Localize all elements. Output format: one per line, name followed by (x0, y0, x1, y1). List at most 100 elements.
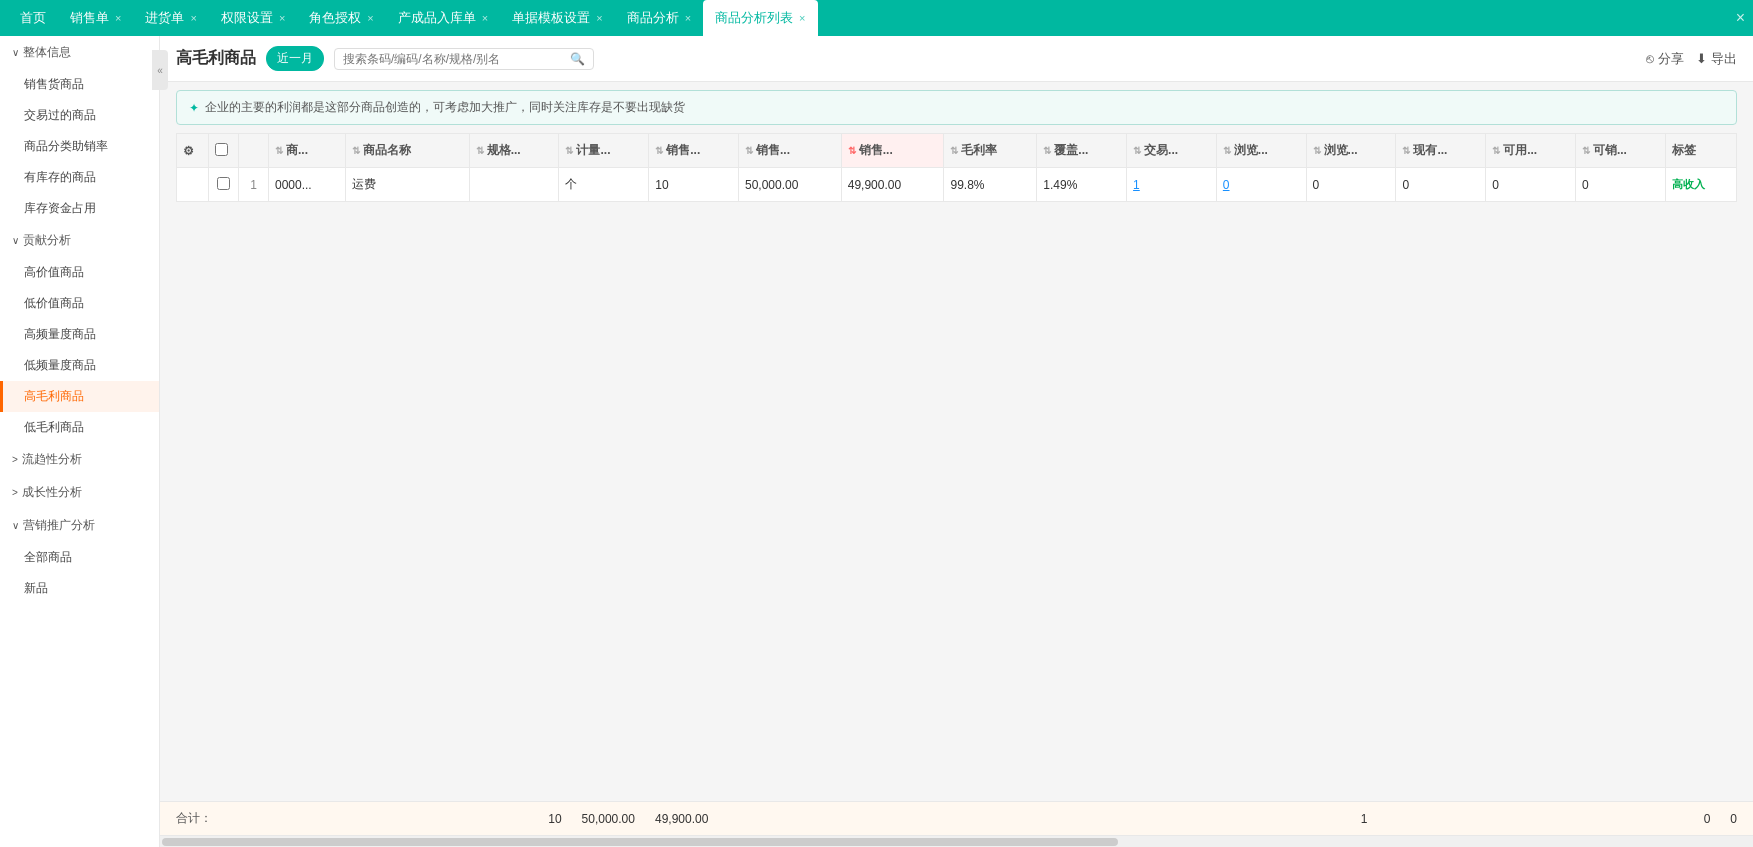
sidebar-item-low-margin-goods[interactable]: 低毛利商品 (0, 412, 159, 443)
row-tag: 高收入 (1665, 168, 1736, 202)
nav-close-product-analysis-list[interactable]: × (799, 12, 805, 24)
row-code: 0000... (269, 168, 346, 202)
nav-item-product-analysis[interactable]: 商品分析× (615, 0, 703, 36)
search-box: 🔍 (334, 48, 594, 70)
search-input[interactable] (343, 52, 570, 66)
col-unit[interactable]: ⇅计量... (559, 134, 649, 168)
nav-item-role-permission[interactable]: 角色授权× (297, 0, 385, 36)
horizontal-scrollbar[interactable] (160, 835, 1753, 847)
col-available-stock[interactable]: ⇅可用... (1486, 134, 1576, 168)
col-sales-cost[interactable]: ⇅销售... (841, 134, 944, 168)
col-trade-count[interactable]: ⇅交易... (1127, 134, 1217, 168)
col-name[interactable]: ⇅商品名称 (345, 134, 469, 168)
nav-item-permission-settings[interactable]: 权限设置× (209, 0, 297, 36)
nav-close-product-entry[interactable]: × (482, 12, 488, 24)
col-code[interactable]: ⇅商... (269, 134, 346, 168)
col-checkbox (209, 134, 239, 168)
row-sales-cost: 49,900.00 (841, 168, 944, 202)
col-settings[interactable]: ⚙ (177, 134, 209, 168)
summary-current-stock: 0 (1704, 812, 1711, 826)
col-coverage[interactable]: ⇅覆盖... (1037, 134, 1127, 168)
table-container[interactable]: ⚙ ⇅商... ⇅商品名称 ⇅规格... ⇅计量... ⇅销售... ⇅销售..… (160, 133, 1753, 801)
col-num (239, 134, 269, 168)
sidebar-item-all-goods[interactable]: 全部商品 (0, 542, 159, 573)
row-num: 1 (239, 168, 269, 202)
nav-close-purchase-order[interactable]: × (190, 12, 196, 24)
table-header-row: ⚙ ⇅商... ⇅商品名称 ⇅规格... ⇅计量... ⇅销售... ⇅销售..… (177, 134, 1737, 168)
nav-item-template-settings[interactable]: 单据模板设置× (500, 0, 614, 36)
row-checkbox[interactable] (209, 168, 239, 202)
summary-bar: 合计： 10 50,000.00 49,900.00 1 0 0 (160, 801, 1753, 835)
page-title: 高毛利商品 (176, 48, 256, 69)
sidebar-item-low-value-goods[interactable]: 低价值商品 (0, 288, 159, 319)
sidebar-group-marketing-analysis[interactable]: ∨营销推广分析 (0, 509, 159, 542)
share-button[interactable]: ⎋ 分享 (1646, 50, 1684, 68)
sidebar: ∨整体信息销售货商品交易过的商品商品分类助销率有库存的商品库存资金占用∨贡献分析… (0, 36, 160, 847)
row-browse2: 0 (1306, 168, 1396, 202)
select-all-checkbox[interactable] (215, 143, 228, 156)
sidebar-group-growth-analysis[interactable]: >成长性分析 (0, 476, 159, 509)
sidebar-item-traded-goods[interactable]: 交易过的商品 (0, 100, 159, 131)
sidebar-item-low-freq-goods[interactable]: 低频量度商品 (0, 350, 159, 381)
row-trade-count[interactable]: 1 (1127, 168, 1217, 202)
col-tag: 标签 (1665, 134, 1736, 168)
sidebar-item-inventory-fund[interactable]: 库存资金占用 (0, 193, 159, 224)
table-row: 10000...运费个1050,000.0049,900.0099.8%1.49… (177, 168, 1737, 202)
row-saleable-stock: 0 (1575, 168, 1665, 202)
sidebar-item-sales-goods[interactable]: 销售货商品 (0, 69, 159, 100)
sidebar-item-goods-assist-rate[interactable]: 商品分类助销率 (0, 131, 159, 162)
nav-item-sales-order[interactable]: 销售单× (58, 0, 133, 36)
info-banner-text: 企业的主要的利润都是这部分商品创造的，可考虑加大推广，同时关注库存是不要出现缺货 (205, 99, 685, 116)
content-area: 高毛利商品 近一月 🔍 ⎋ 分享 ⬇ 导出 ✦ 企业的主要的利润都是这部分商品创… (160, 36, 1753, 847)
sidebar-collapse-button[interactable]: « (152, 50, 168, 90)
summary-sales-cost: 49,900.00 (655, 812, 708, 826)
col-saleable-stock[interactable]: ⇅可销... (1575, 134, 1665, 168)
export-icon: ⬇ (1696, 51, 1707, 66)
sidebar-item-inventory-goods[interactable]: 有库存的商品 (0, 162, 159, 193)
row-settings (177, 168, 209, 202)
share-icon: ⎋ (1646, 51, 1654, 66)
summary-label: 合计： (176, 810, 212, 827)
col-current-stock[interactable]: ⇅现有... (1396, 134, 1486, 168)
row-browse1[interactable]: 0 (1216, 168, 1306, 202)
close-all-tabs-button[interactable]: × (1736, 9, 1745, 27)
col-margin-rate[interactable]: ⇅毛利率 (944, 134, 1037, 168)
sidebar-item-new-goods[interactable]: 新品 (0, 573, 159, 604)
nav-close-permission-settings[interactable]: × (279, 12, 285, 24)
sidebar-item-high-margin-goods[interactable]: 高毛利商品 (0, 381, 159, 412)
info-banner: ✦ 企业的主要的利润都是这部分商品创造的，可考虑加大推广，同时关注库存是不要出现… (176, 90, 1737, 125)
col-sales-qty[interactable]: ⇅销售... (649, 134, 739, 168)
summary-available-stock: 0 (1730, 812, 1737, 826)
summary-trade-count: 1 (1361, 812, 1368, 826)
nav-item-product-analysis-list[interactable]: 商品分析列表× (703, 0, 817, 36)
nav-close-sales-order[interactable]: × (115, 12, 121, 24)
scrollbar-thumb[interactable] (162, 838, 1118, 846)
sidebar-group-wealth-analysis[interactable]: ∨贡献分析 (0, 224, 159, 257)
product-table: ⚙ ⇅商... ⇅商品名称 ⇅规格... ⇅计量... ⇅销售... ⇅销售..… (176, 133, 1737, 202)
header-actions: ⎋ 分享 ⬇ 导出 (1646, 50, 1737, 68)
filter-recent-month-button[interactable]: 近一月 (266, 46, 324, 71)
sidebar-group-trend-analysis[interactable]: >流趋性分析 (0, 443, 159, 476)
row-current-stock: 0 (1396, 168, 1486, 202)
col-spec[interactable]: ⇅规格... (469, 134, 559, 168)
sidebar-item-high-value-goods[interactable]: 高价值商品 (0, 257, 159, 288)
col-browse1[interactable]: ⇅浏览... (1216, 134, 1306, 168)
nav-close-product-analysis[interactable]: × (685, 12, 691, 24)
export-button[interactable]: ⬇ 导出 (1696, 50, 1737, 68)
summary-sales-qty: 10 (548, 812, 561, 826)
row-coverage: 1.49% (1037, 168, 1127, 202)
sidebar-item-high-freq-goods[interactable]: 高频量度商品 (0, 319, 159, 350)
nav-close-role-permission[interactable]: × (367, 12, 373, 24)
content-header: 高毛利商品 近一月 🔍 ⎋ 分享 ⬇ 导出 (160, 36, 1753, 82)
nav-item-home[interactable]: 首页 (8, 0, 58, 36)
row-unit: 个 (559, 168, 649, 202)
main-layout: ∨整体信息销售货商品交易过的商品商品分类助销率有库存的商品库存资金占用∨贡献分析… (0, 36, 1753, 847)
row-sales-qty: 10 (649, 168, 739, 202)
col-sales-amount[interactable]: ⇅销售... (739, 134, 842, 168)
nav-item-product-entry[interactable]: 产成品入库单× (386, 0, 500, 36)
col-browse2[interactable]: ⇅浏览... (1306, 134, 1396, 168)
nav-close-template-settings[interactable]: × (596, 12, 602, 24)
sidebar-group-overall-info[interactable]: ∨整体信息 (0, 36, 159, 69)
search-icon[interactable]: 🔍 (570, 52, 585, 66)
nav-item-purchase-order[interactable]: 进货单× (133, 0, 208, 36)
